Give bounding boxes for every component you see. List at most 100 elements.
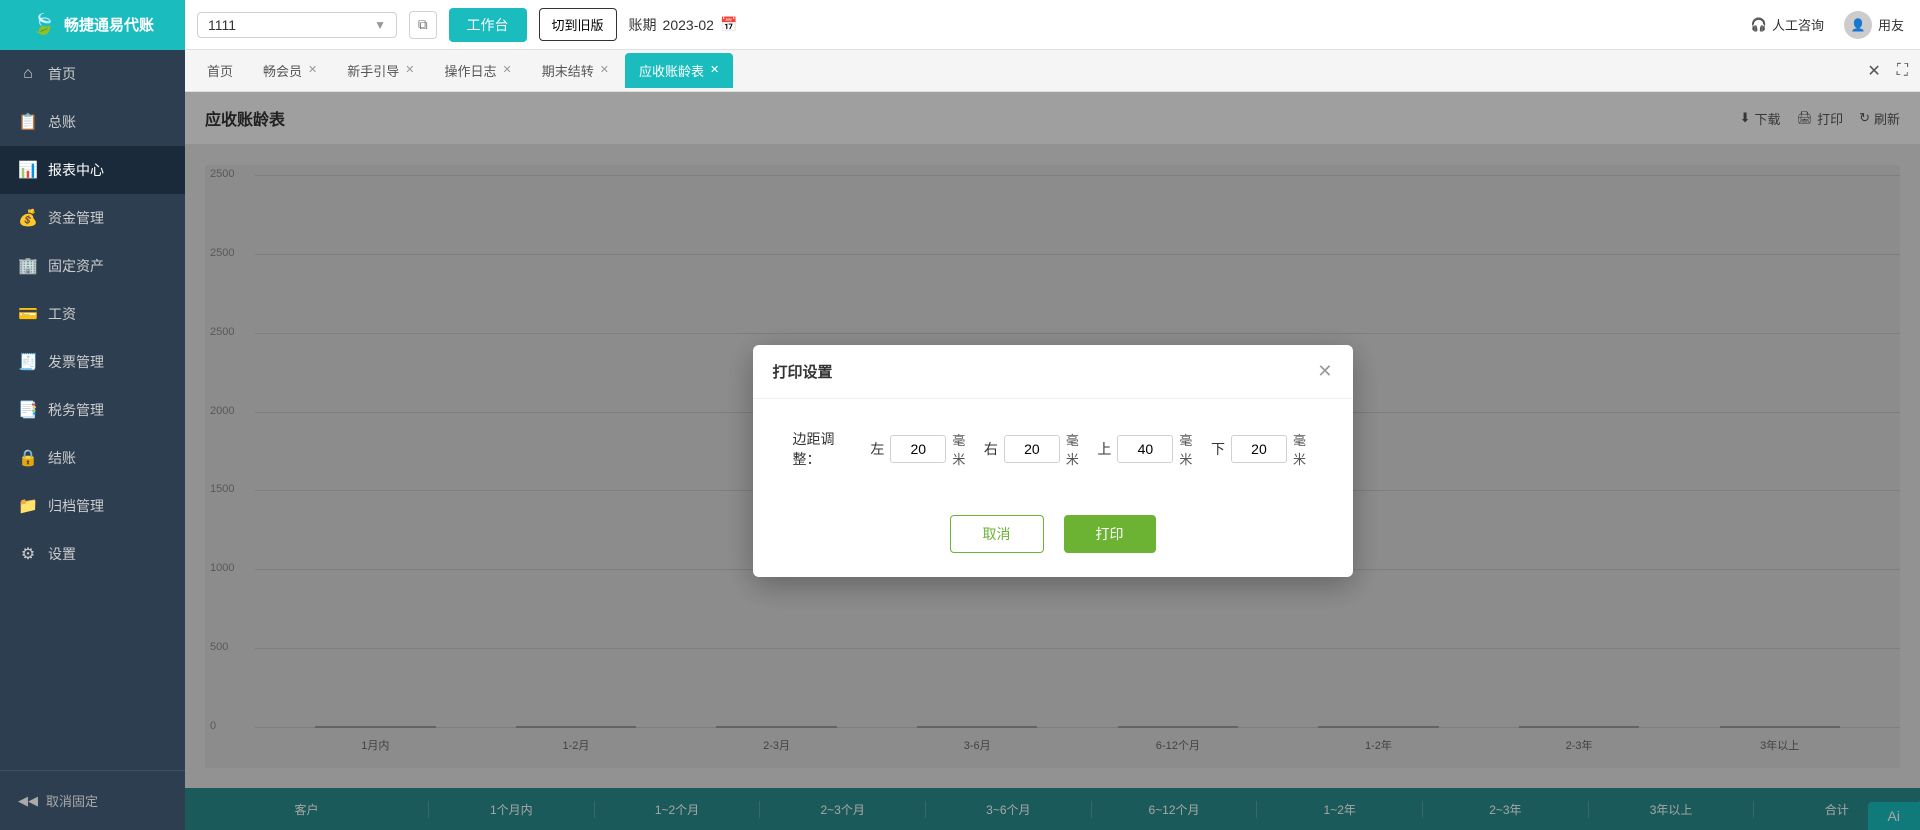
company-selector[interactable]: 1111 ▼ xyxy=(197,12,397,38)
sidebar-item-salary[interactable]: 💳 工资 xyxy=(0,290,185,338)
sidebar-item-ledger[interactable]: 📋 总账 xyxy=(0,98,185,146)
ledger-icon: 📋 xyxy=(18,112,38,132)
sidebar-label-funds: 资金管理 xyxy=(48,208,104,228)
left-label: 左 xyxy=(870,439,884,459)
right-label: 右 xyxy=(984,439,998,459)
service-button[interactable]: 🎧 人工咨询 xyxy=(1751,15,1824,34)
sidebar-label-tax: 税务管理 xyxy=(48,400,104,420)
margin-right-input[interactable] xyxy=(1004,435,1060,463)
print-confirm-button[interactable]: 打印 xyxy=(1064,515,1156,553)
top-unit: 毫米 xyxy=(1179,430,1199,468)
sidebar-item-funds[interactable]: 💰 资金管理 xyxy=(0,194,185,242)
period-label: 账期 xyxy=(629,15,657,35)
sidebar-label-invoice: 发票管理 xyxy=(48,352,104,372)
logo-icon: 🍃 xyxy=(31,12,56,37)
margin-right-group: 右 毫米 xyxy=(984,430,1086,468)
sidebar-label-archive: 归档管理 xyxy=(48,496,104,516)
collapse-icon: ◀◀ xyxy=(18,793,38,809)
margin-left-group: 左 毫米 xyxy=(870,430,972,468)
tab-guide-label: 新手引导 xyxy=(347,61,399,80)
tab-period[interactable]: 期末结转 ✕ xyxy=(528,53,623,88)
copy-icon: ⧉ xyxy=(418,17,428,32)
reports-icon: 📊 xyxy=(18,160,38,180)
period-area: 账期 2023-02 📅 xyxy=(629,15,738,35)
service-label: 人工咨询 xyxy=(1772,15,1824,34)
sidebar-bottom: ◀◀ 取消固定 xyxy=(0,770,185,830)
tab-member[interactable]: 畅会员 ✕ xyxy=(249,53,331,88)
tab-aging-close[interactable]: ✕ xyxy=(710,65,719,76)
sidebar-item-settings[interactable]: ⚙ 设置 xyxy=(0,530,185,578)
bottom-label: 下 xyxy=(1211,439,1225,459)
cancel-button[interactable]: 取消 xyxy=(950,515,1044,553)
collapse-button[interactable]: ◀◀ 取消固定 xyxy=(0,781,185,820)
tab-guide-close[interactable]: ✕ xyxy=(405,65,414,76)
modal-header: 打印设置 ✕ xyxy=(753,345,1353,399)
tab-close-all-button[interactable]: ✕ xyxy=(1863,57,1884,85)
tab-guide[interactable]: 新手引导 ✕ xyxy=(333,53,428,88)
sidebar-item-archive[interactable]: 📁 归档管理 xyxy=(0,482,185,530)
home-icon: ⌂ xyxy=(18,65,38,83)
sidebar: ⌂ 首页 📋 总账 📊 报表中心 💰 资金管理 🏢 固定资产 💳 工资 xyxy=(0,50,185,830)
margin-left-input[interactable] xyxy=(890,435,946,463)
margin-top-input[interactable] xyxy=(1117,435,1173,463)
calendar-icon[interactable]: 📅 xyxy=(720,16,737,33)
logo-area: 🍃 畅捷通易代账 xyxy=(0,0,185,50)
avatar: 👤 xyxy=(1844,11,1872,39)
tab-member-label: 畅会员 xyxy=(263,61,302,80)
tabs-bar: 首页 畅会员 ✕ 新手引导 ✕ 操作日志 ✕ 期末结转 ✕ 应收账龄表 ✕ xyxy=(185,50,1920,92)
tab-home[interactable]: 首页 xyxy=(193,53,247,88)
margin-row: 边距调整： 左 毫米 右 毫米 xyxy=(793,429,1313,469)
sidebar-item-invoice[interactable]: 🧾 发票管理 xyxy=(0,338,185,386)
close-accounts-icon: 🔒 xyxy=(18,448,38,468)
tab-home-label: 首页 xyxy=(207,61,233,80)
right-unit: 毫米 xyxy=(1066,430,1086,468)
tab-aging-label: 应收账龄表 xyxy=(639,61,704,80)
top-header: 🍃 畅捷通易代账 1111 ▼ ⧉ 工作台 切到旧版 账期 2023-02 📅 … xyxy=(0,0,1920,50)
tax-icon: 📑 xyxy=(18,400,38,420)
switch-old-button[interactable]: 切到旧版 xyxy=(539,8,617,41)
logo-text: 畅捷通易代账 xyxy=(64,14,154,35)
salary-icon: 💳 xyxy=(18,304,38,324)
margin-bottom-input[interactable] xyxy=(1231,435,1287,463)
sidebar-item-assets[interactable]: 🏢 固定资产 xyxy=(0,242,185,290)
sidebar-item-reports[interactable]: 📊 报表中心 xyxy=(0,146,185,194)
content-area: 首页 畅会员 ✕ 新手引导 ✕ 操作日志 ✕ 期末结转 ✕ 应收账龄表 ✕ xyxy=(185,50,1920,830)
user-area[interactable]: 👤 用友 xyxy=(1844,11,1904,39)
user-label: 用友 xyxy=(1878,15,1904,34)
modal-close-button[interactable]: ✕ xyxy=(1317,361,1332,382)
tab-oplog-close[interactable]: ✕ xyxy=(503,65,512,76)
avatar-icon: 👤 xyxy=(1851,18,1866,32)
print-settings-modal: 打印设置 ✕ 边距调整： 左 毫米 右 xyxy=(753,345,1353,577)
sidebar-label-assets: 固定资产 xyxy=(48,256,104,276)
settings-icon: ⚙ xyxy=(18,544,38,564)
sidebar-label-home: 首页 xyxy=(48,64,76,84)
invoice-icon: 🧾 xyxy=(18,352,38,372)
sidebar-item-home[interactable]: ⌂ 首页 xyxy=(0,50,185,98)
tab-member-close[interactable]: ✕ xyxy=(308,65,317,76)
workbench-button[interactable]: 工作台 xyxy=(449,8,527,42)
modal-title: 打印设置 xyxy=(773,361,833,382)
top-label: 上 xyxy=(1097,439,1111,459)
tab-aging[interactable]: 应收账龄表 ✕ xyxy=(625,53,733,88)
modal-footer: 取消 打印 xyxy=(753,499,1353,577)
tab-maximize-button[interactable]: ⛶ xyxy=(1893,58,1912,84)
assets-icon: 🏢 xyxy=(18,256,38,276)
copy-button[interactable]: ⧉ xyxy=(409,11,437,39)
sidebar-scroll: ⌂ 首页 📋 总账 📊 报表中心 💰 资金管理 🏢 固定资产 💳 工资 xyxy=(0,50,185,770)
chevron-down-icon: ▼ xyxy=(374,18,386,32)
sidebar-item-tax[interactable]: 📑 税务管理 xyxy=(0,386,185,434)
sidebar-item-close[interactable]: 🔒 结账 xyxy=(0,434,185,482)
company-name: 1111 xyxy=(208,17,368,33)
modal-body: 边距调整： 左 毫米 右 毫米 xyxy=(753,399,1353,499)
sidebar-label-ledger: 总账 xyxy=(48,112,76,132)
sidebar-label-close: 结账 xyxy=(48,448,76,468)
funds-icon: 💰 xyxy=(18,208,38,228)
sidebar-label-reports: 报表中心 xyxy=(48,160,104,180)
tab-period-close[interactable]: ✕ xyxy=(600,65,609,76)
margin-label: 边距调整： xyxy=(793,429,859,469)
sidebar-label-settings: 设置 xyxy=(48,544,76,564)
sidebar-label-salary: 工资 xyxy=(48,304,76,324)
main-layout: ⌂ 首页 📋 总账 📊 报表中心 💰 资金管理 🏢 固定资产 💳 工资 xyxy=(0,50,1920,830)
archive-icon: 📁 xyxy=(18,496,38,516)
tab-oplog[interactable]: 操作日志 ✕ xyxy=(430,53,525,88)
